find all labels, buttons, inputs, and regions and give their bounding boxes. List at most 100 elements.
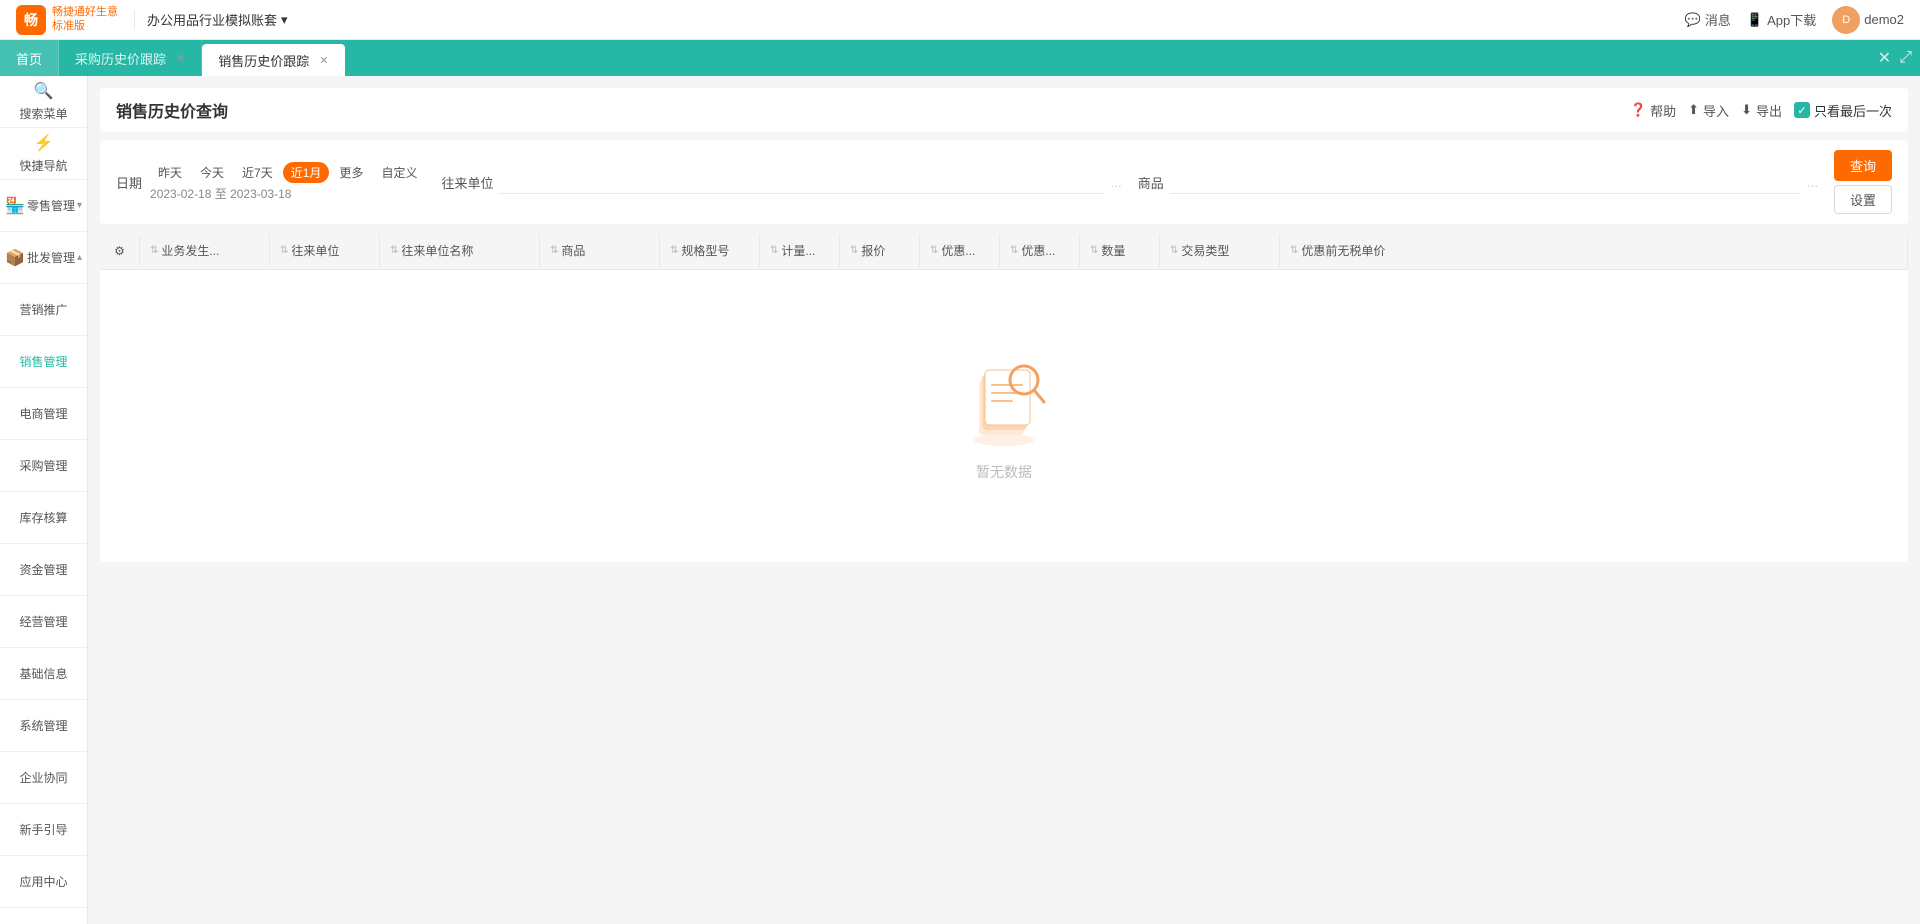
th-qty[interactable]: ⇅ 数量 [1080,234,1160,267]
tab-expand-icon[interactable]: ⤢ [1899,49,1912,67]
tab-close-all-icon[interactable]: ✕ [1878,48,1891,68]
top-bar: 畅 畅捷通好生意 标准版 办公用品行业模拟账套 ▾ 💬 消息 📱 App下载 D… [0,0,1920,40]
home-label: 首页 [16,49,42,68]
sidebar-item-base[interactable]: 基础信息 [0,648,87,700]
product-input[interactable] [1170,170,1801,194]
date-btn-today[interactable]: 今天 [192,162,232,183]
tab-purchase-close[interactable]: ✕ [176,52,185,65]
sidebar-item-label: 采购管理 [19,457,67,474]
sidebar-item-label: 电商管理 [19,405,67,422]
sidebar-item-enterprise[interactable]: 企业协同 [0,752,87,804]
th-no-tax-price[interactable]: ⇅ 优惠前无税单价 [1280,234,1908,267]
help-btn[interactable]: ❓ 帮助 [1630,101,1676,120]
sort-icon: ⇅ [770,245,778,256]
partner-dots: ... [1111,175,1122,190]
user-area[interactable]: D demo2 [1832,6,1904,34]
page-title: 销售历史价查询 [116,98,228,122]
sidebar-item-marketing[interactable]: 营销推广 [0,284,87,336]
date-btn-last1m[interactable]: 近1月 [283,162,330,183]
date-btn-more[interactable]: 更多 [331,162,371,183]
wholesale-icon: 📦 [5,248,25,268]
sidebar-item-wholesale[interactable]: 📦 批发管理 ▴ [0,232,87,284]
help-icon: ❓ [1630,102,1646,118]
th-product[interactable]: ⇅ 商品 [540,234,660,267]
sort-icon: ⇅ [1290,245,1298,256]
export-btn[interactable]: ⬇ 导出 [1741,101,1782,120]
sidebar-item-guide[interactable]: 新手引导 [0,804,87,856]
sidebar: 🔍 搜索菜单 ⚡ 快捷导航 🏪 零售管理 ▾ 📦 批发管理 ▴ 营销推广 销售管… [0,76,88,924]
sidebar-item-finance[interactable]: 资金管理 [0,544,87,596]
product-label: 商品 [1138,173,1164,192]
tab-purchase-history[interactable]: 采购历史价跟踪 ✕ [59,40,202,76]
th-spec[interactable]: ⇅ 规格型号 [660,234,760,267]
sidebar-item-label: 系统管理 [19,717,67,734]
sort-icon: ⇅ [850,245,858,256]
sidebar-item-label: 销售管理 [19,353,67,370]
page-title-bar: 销售历史价查询 ❓ 帮助 ⬆ 导入 ⬇ 导出 ✓ 只看最后一次 [100,88,1908,132]
date-btn-yesterday[interactable]: 昨天 [150,162,190,183]
th-settings[interactable]: ⚙ [100,236,140,266]
date-btn-custom[interactable]: 自定义 [373,162,425,183]
import-btn[interactable]: ⬆ 导入 [1688,101,1729,120]
sidebar-item-purchase[interactable]: 采购管理 [0,440,87,492]
purchase-history-label: 采购历史价跟踪 [75,49,166,68]
th-discount1[interactable]: ⇅ 优惠... [920,234,1000,267]
sort-icon: ⇅ [1090,245,1098,256]
query-button[interactable]: 查询 [1834,150,1892,181]
sidebar-item-quick-nav[interactable]: ⚡ 快捷导航 [0,128,87,180]
export-icon: ⬇ [1741,102,1752,118]
sidebar-item-operations[interactable]: 经营管理 [0,596,87,648]
only-last-checkbox[interactable]: ✓ 只看最后一次 [1794,101,1892,120]
filter-actions: 查询 设置 [1834,150,1892,214]
partner-input[interactable] [499,170,1104,194]
app-download-btn[interactable]: 📱 App下载 [1747,10,1816,29]
th-quote[interactable]: ⇅ 报价 [840,234,920,267]
import-icon: ⬆ [1688,102,1699,118]
sort-icon: ⇅ [150,245,158,256]
sidebar-item-label: 企业协同 [19,769,67,786]
sort-icon: ⇅ [930,245,938,256]
table-header: ⚙ ⇅ 业务发生... ⇅ 往来单位 ⇅ 往来单位名称 ⇅ 商品 [100,232,1908,270]
th-partner-code[interactable]: ⇅ 往来单位 [270,234,380,267]
sort-icon: ⇅ [670,245,678,256]
tab-sales-close[interactable]: ✕ [319,54,328,67]
sidebar-item-retail[interactable]: 🏪 零售管理 ▾ [0,180,87,232]
empty-image [954,350,1054,450]
main-layout: 🔍 搜索菜单 ⚡ 快捷导航 🏪 零售管理 ▾ 📦 批发管理 ▴ 营销推广 销售管… [0,76,1920,924]
sidebar-item-wechat[interactable]: 企业微信 [0,908,87,924]
tab-sales-history[interactable]: 销售历史价跟踪 ✕ [202,44,345,76]
th-unit[interactable]: ⇅ 计量... [760,234,840,267]
tab-home[interactable]: 首页 [0,40,59,76]
sidebar-item-label: 搜索菜单 [19,105,67,122]
sidebar-item-label: 快捷导航 [19,157,67,174]
sort-icon: ⇅ [280,245,288,256]
logo-text: 畅捷通好生意 标准版 [52,6,118,32]
checkbox-icon: ✓ [1794,102,1810,118]
top-bar-left: 畅 畅捷通好生意 标准版 办公用品行业模拟账套 ▾ [16,5,288,35]
th-biz-date[interactable]: ⇅ 业务发生... [140,234,270,267]
sidebar-item-search[interactable]: 🔍 搜索菜单 [0,76,87,128]
sidebar-item-inventory[interactable]: 库存核算 [0,492,87,544]
settings-button[interactable]: 设置 [1834,185,1892,214]
sidebar-item-label: 库存核算 [19,509,67,526]
sidebar-item-apps[interactable]: 应用中心 [0,856,87,908]
sidebar-item-system[interactable]: 系统管理 [0,700,87,752]
product-dots: ... [1807,175,1818,190]
date-btn-last7[interactable]: 近7天 [234,162,281,183]
logo-icon: 畅 [16,5,46,35]
th-discount2[interactable]: ⇅ 优惠... [1000,234,1080,267]
sidebar-item-label: 基础信息 [19,665,67,682]
sidebar-item-ecommerce[interactable]: 电商管理 [0,388,87,440]
th-trade-type[interactable]: ⇅ 交易类型 [1160,234,1280,267]
message-btn[interactable]: 💬 消息 [1685,10,1731,29]
app-selector[interactable]: 办公用品行业模拟账套 ▾ [134,10,288,29]
sidebar-item-label: 经营管理 [19,613,67,630]
th-partner-name[interactable]: ⇅ 往来单位名称 [380,234,540,267]
retail-icon: 🏪 [5,196,25,216]
search-icon: 🔍 [34,81,54,101]
sidebar-item-sales[interactable]: 销售管理 [0,336,87,388]
sales-history-label: 销售历史价跟踪 [218,51,309,70]
sort-icon: ⇅ [550,245,558,256]
app-name: 办公用品行业模拟账套 [147,10,277,29]
partner-filter-field: 往来单位 ... [441,170,1121,194]
